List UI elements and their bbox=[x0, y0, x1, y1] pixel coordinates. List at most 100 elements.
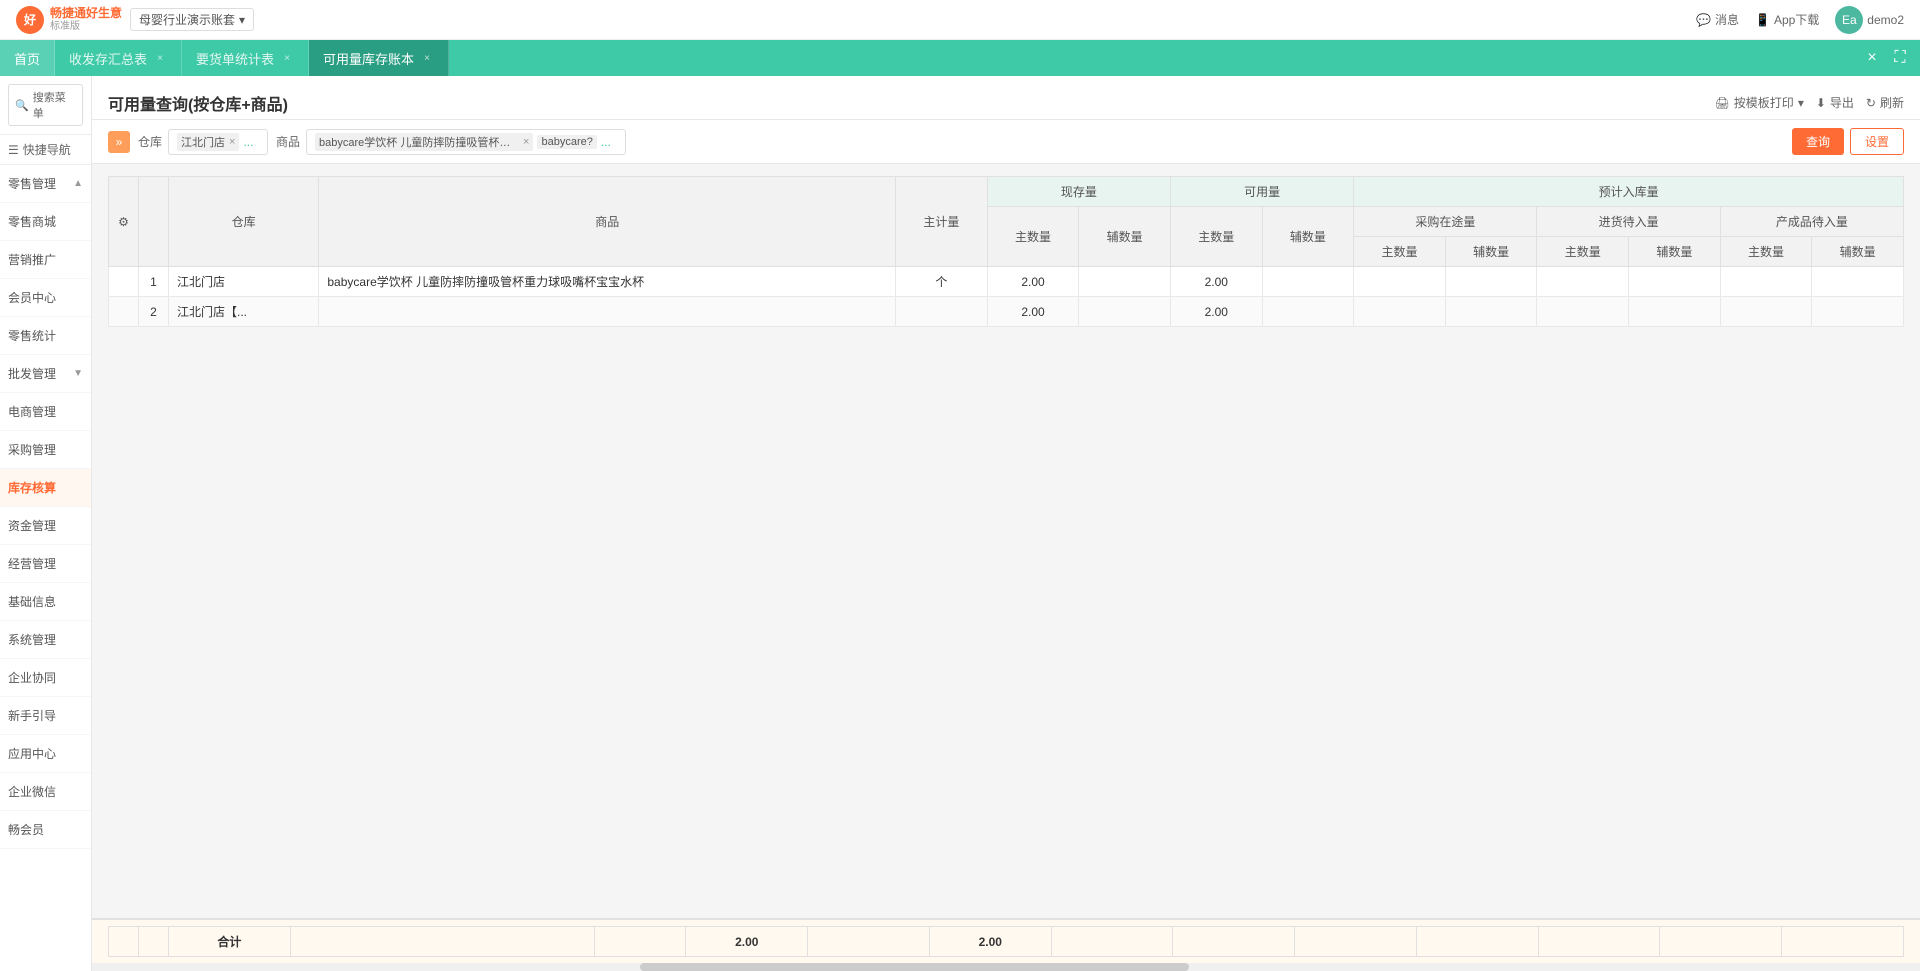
num-col-header bbox=[139, 177, 169, 267]
warehouse-input[interactable]: 江北门店 × ... bbox=[168, 129, 268, 155]
row-num: 2 bbox=[139, 297, 169, 327]
row-incoming-main bbox=[1537, 297, 1629, 327]
page-actions: 🖨 按模板打印 ▾ ⬇ 导出 ↻ 刷新 bbox=[1715, 94, 1904, 111]
row-avail-main: 2.00 bbox=[1170, 267, 1262, 297]
export-btn[interactable]: ⬇ 导出 bbox=[1816, 94, 1854, 111]
sidebar: 🔍 搜索菜单 ☰ 快捷导航 零售管理 ▲ 零售商城 营销推广 会员中心 零售统计… bbox=[0, 76, 92, 971]
row-settings[interactable] bbox=[109, 297, 139, 327]
fullscreen-btn[interactable]: ⛶ bbox=[1888, 46, 1912, 70]
sidebar-item-marketing[interactable]: 营销推广 bbox=[0, 241, 91, 279]
avail-main-header: 主数量 bbox=[1170, 207, 1262, 267]
refresh-btn[interactable]: ↻ 刷新 bbox=[1866, 94, 1904, 111]
tabs-actions: × ⛶ bbox=[1852, 40, 1920, 76]
sidebar-item-enterprise-collab[interactable]: 企业协同 bbox=[0, 659, 91, 697]
filter-expand-btn[interactable]: » bbox=[108, 131, 130, 153]
stock-main-header: 主数量 bbox=[987, 207, 1079, 267]
tab-available-stock[interactable]: 可用量库存账本 × bbox=[309, 40, 449, 76]
product-col-header: 商品 bbox=[319, 177, 896, 267]
settings-col-header[interactable]: ⚙ bbox=[109, 177, 139, 267]
tab-receive-summary[interactable]: 收发存汇总表 × bbox=[55, 40, 182, 76]
sidebar-item-member-center[interactable]: 会员中心 bbox=[0, 279, 91, 317]
print-icon: 🖨 bbox=[1715, 96, 1730, 110]
row-production-main bbox=[1720, 267, 1812, 297]
row-avail-aux bbox=[1262, 267, 1354, 297]
row-incoming-aux bbox=[1629, 267, 1721, 297]
sidebar-item-enterprise-wechat[interactable]: 企业微信 bbox=[0, 773, 91, 811]
sidebar-item-system-mgmt[interactable]: 系统管理 bbox=[0, 621, 91, 659]
table-footer: 合计 2.00 2.00 bbox=[92, 918, 1920, 963]
sidebar-item-app-center[interactable]: 应用中心 bbox=[0, 735, 91, 773]
tab-order-summary[interactable]: 要货单统计表 × bbox=[182, 40, 309, 76]
settings-btn[interactable]: 设置 bbox=[1850, 128, 1904, 155]
sidebar-item-retail-mall[interactable]: 零售商城 bbox=[0, 203, 91, 241]
row-production-main bbox=[1720, 297, 1812, 327]
sidebar-item-wholesale-mgmt[interactable]: 批发管理 ▼ bbox=[0, 355, 91, 393]
avatar: Ea bbox=[1835, 6, 1863, 34]
top-bar-left: 好 畅捷通好生意 标准版 母婴行业演示账套 ▾ bbox=[16, 6, 254, 34]
query-btn[interactable]: 查询 bbox=[1792, 128, 1844, 155]
purchase-main-header: 主数量 bbox=[1354, 237, 1446, 267]
production-aux-header: 辅数量 bbox=[1812, 237, 1904, 267]
row-stock-main: 2.00 bbox=[987, 267, 1079, 297]
chevron-down-icon: ▾ bbox=[239, 13, 245, 27]
row-purchase-main bbox=[1354, 297, 1446, 327]
sidebar-item-new-guide[interactable]: 新手引导 bbox=[0, 697, 91, 735]
row-warehouse: 江北门店 bbox=[169, 267, 319, 297]
sidebar-item-retail-mgmt[interactable]: 零售管理 ▲ bbox=[0, 165, 91, 203]
expand-icon: ▼ bbox=[73, 368, 83, 379]
scroll-thumb[interactable] bbox=[640, 963, 1188, 971]
industry-selector[interactable]: 母婴行业演示账套 ▾ bbox=[130, 8, 254, 31]
app-download-btn[interactable]: 📱 App下载 bbox=[1755, 11, 1819, 28]
row-stock-main: 2.00 bbox=[987, 297, 1079, 327]
user-profile[interactable]: Ea demo2 bbox=[1835, 6, 1904, 34]
message-icon: 💬 bbox=[1696, 13, 1711, 27]
search-menu-btn[interactable]: 🔍 搜索菜单 bbox=[8, 84, 83, 126]
filter-actions: 查询 设置 bbox=[1792, 128, 1904, 155]
warehouse-tag: 江北门店 × bbox=[177, 133, 239, 151]
close-tab-order-summary[interactable]: × bbox=[280, 51, 294, 65]
product-input[interactable]: babycare学饮杯 儿童防摔防撞吸管杯重力球吸嘴杯宝宝水杯 × babyca… bbox=[306, 129, 626, 155]
refresh-icon: ↻ bbox=[1866, 96, 1876, 110]
sidebar-item-finance-mgmt[interactable]: 资金管理 bbox=[0, 507, 91, 545]
nav-tabs: 首页 收发存汇总表 × 要货单统计表 × 可用量库存账本 × × ⛶ bbox=[0, 40, 1920, 76]
sidebar-item-ecommerce-mgmt[interactable]: 电商管理 bbox=[0, 393, 91, 431]
row-purchase-aux bbox=[1445, 267, 1537, 297]
sidebar-item-inventory-check[interactable]: 库存核算 bbox=[0, 469, 91, 507]
row-purchase-main bbox=[1354, 267, 1446, 297]
close-tab-available-stock[interactable]: × bbox=[420, 51, 434, 65]
sidebar-item-purchase-mgmt[interactable]: 采购管理 bbox=[0, 431, 91, 469]
tabs-spacer bbox=[449, 40, 1852, 76]
footer-avail-main: 2.00 bbox=[929, 927, 1051, 957]
filter-bar: » 仓库 江北门店 × ... 商品 babycare学饮杯 儿童防摔防撞吸管杯… bbox=[92, 120, 1920, 164]
quick-nav-btn[interactable]: ☰ 快捷导航 bbox=[0, 135, 91, 165]
close-tab-receive-summary[interactable]: × bbox=[153, 51, 167, 65]
avail-aux-header: 辅数量 bbox=[1262, 207, 1354, 267]
print-btn[interactable]: 🖨 按模板打印 ▾ bbox=[1715, 94, 1804, 111]
warehouse-filter: 仓库 江北门店 × ... bbox=[138, 129, 268, 155]
sidebar-item-member[interactable]: 畅会员 bbox=[0, 811, 91, 849]
sidebar-item-business-mgmt[interactable]: 经营管理 bbox=[0, 545, 91, 583]
row-production-aux bbox=[1812, 297, 1904, 327]
remove-product-tag-1[interactable]: × bbox=[523, 136, 529, 148]
production-col-header: 产成品待入量 bbox=[1720, 207, 1903, 237]
logo-icon: 好 bbox=[16, 6, 44, 34]
row-settings[interactable] bbox=[109, 267, 139, 297]
warehouse-col-header: 仓库 bbox=[169, 177, 319, 267]
available-col-header: 可用量 bbox=[1170, 177, 1353, 207]
remove-warehouse-tag[interactable]: × bbox=[229, 136, 235, 148]
sidebar-item-retail-stats[interactable]: 零售统计 bbox=[0, 317, 91, 355]
unit-col-header: 主计量 bbox=[896, 177, 988, 267]
expand-icon: ▲ bbox=[73, 178, 83, 189]
footer-stock-main: 2.00 bbox=[686, 927, 808, 957]
tab-home[interactable]: 首页 bbox=[0, 40, 55, 76]
sidebar-item-basic-info[interactable]: 基础信息 bbox=[0, 583, 91, 621]
close-all-tabs-btn[interactable]: × bbox=[1860, 46, 1884, 70]
content-area: 可用量查询(按仓库+商品) 🖨 按模板打印 ▾ ⬇ 导出 ↻ 刷新 » bbox=[92, 76, 1920, 971]
row-num: 1 bbox=[139, 267, 169, 297]
logo-text: 畅捷通好生意 标准版 bbox=[50, 6, 122, 32]
incoming-main-header: 主数量 bbox=[1537, 237, 1629, 267]
row-production-aux bbox=[1812, 267, 1904, 297]
message-btn[interactable]: 💬 消息 bbox=[1696, 11, 1739, 28]
row-unit: 个 bbox=[896, 267, 988, 297]
horizontal-scrollbar[interactable] bbox=[92, 963, 1920, 971]
